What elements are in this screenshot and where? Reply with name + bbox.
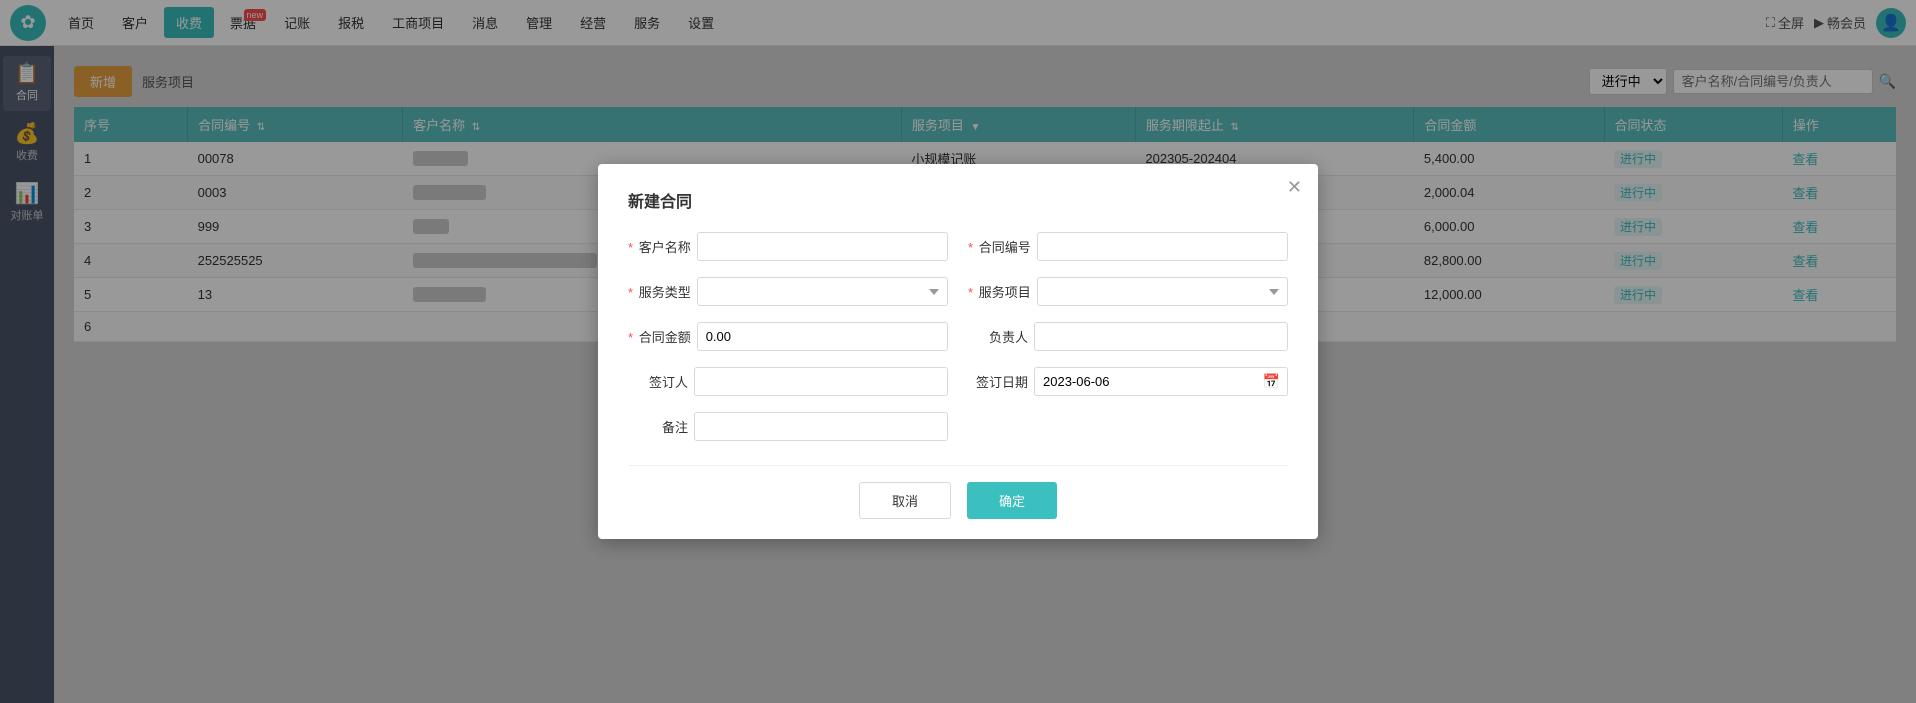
- modal-footer: 取消 确定: [628, 465, 1288, 519]
- required-star-5: *: [628, 330, 633, 345]
- modal-overlay[interactable]: ✕ 新建合同 * 客户名称 * 合同编号: [0, 0, 1916, 703]
- amount-input[interactable]: [697, 322, 948, 351]
- sign-date-input[interactable]: [1034, 367, 1288, 396]
- responsible-input[interactable]: [1034, 322, 1288, 351]
- form-group-contract-no: * 合同编号: [968, 232, 1288, 261]
- form-group-client: * 客户名称: [628, 232, 948, 261]
- form-group-remark: 备注: [628, 412, 948, 441]
- sign-date-wrapper: 📅: [1034, 367, 1288, 396]
- responsible-label: 负责人: [968, 327, 1028, 346]
- remark-input[interactable]: [694, 412, 948, 441]
- required-star-4: *: [968, 285, 973, 300]
- calendar-icon[interactable]: 📅: [1263, 373, 1280, 390]
- contract-no-input[interactable]: [1037, 232, 1288, 261]
- modal-title: 新建合同: [628, 188, 1288, 212]
- modal-close-button[interactable]: ✕: [1287, 178, 1302, 196]
- modal-dialog: ✕ 新建合同 * 客户名称 * 合同编号: [598, 164, 1318, 539]
- amount-label: * 合同金额: [628, 327, 691, 346]
- form-group-amount: * 合同金额: [628, 322, 948, 351]
- client-name-input[interactable]: [697, 232, 948, 261]
- form-row-1: * 客户名称 * 合同编号: [628, 232, 1288, 261]
- service-type-select[interactable]: [697, 277, 948, 306]
- form-group-service-type: * 服务类型: [628, 277, 948, 306]
- service-item-select[interactable]: [1037, 277, 1288, 306]
- form-row-2: * 服务类型 * 服务项目: [628, 277, 1288, 306]
- required-star-2: *: [968, 240, 973, 255]
- form-group-responsible: 负责人: [968, 322, 1288, 351]
- form-group-service-item: * 服务项目: [968, 277, 1288, 306]
- sign-date-label: 签订日期: [968, 372, 1028, 391]
- required-star-3: *: [628, 285, 633, 300]
- service-item-label: * 服务项目: [968, 282, 1031, 301]
- form-row-3: * 合同金额 负责人: [628, 322, 1288, 351]
- form-row-5: 备注: [628, 412, 1288, 441]
- contract-no-label: * 合同编号: [968, 237, 1031, 256]
- remark-label: 备注: [628, 417, 688, 436]
- signer-input[interactable]: [694, 367, 948, 396]
- confirm-button[interactable]: 确定: [967, 482, 1057, 519]
- client-label: * 客户名称: [628, 237, 691, 256]
- service-type-label: * 服务类型: [628, 282, 691, 301]
- cancel-button[interactable]: 取消: [859, 482, 951, 519]
- signer-label: 签订人: [628, 372, 688, 391]
- form-group-signer: 签订人: [628, 367, 948, 396]
- form-row-4: 签订人 签订日期 📅: [628, 367, 1288, 396]
- required-star: *: [628, 240, 633, 255]
- form-group-sign-date: 签订日期 📅: [968, 367, 1288, 396]
